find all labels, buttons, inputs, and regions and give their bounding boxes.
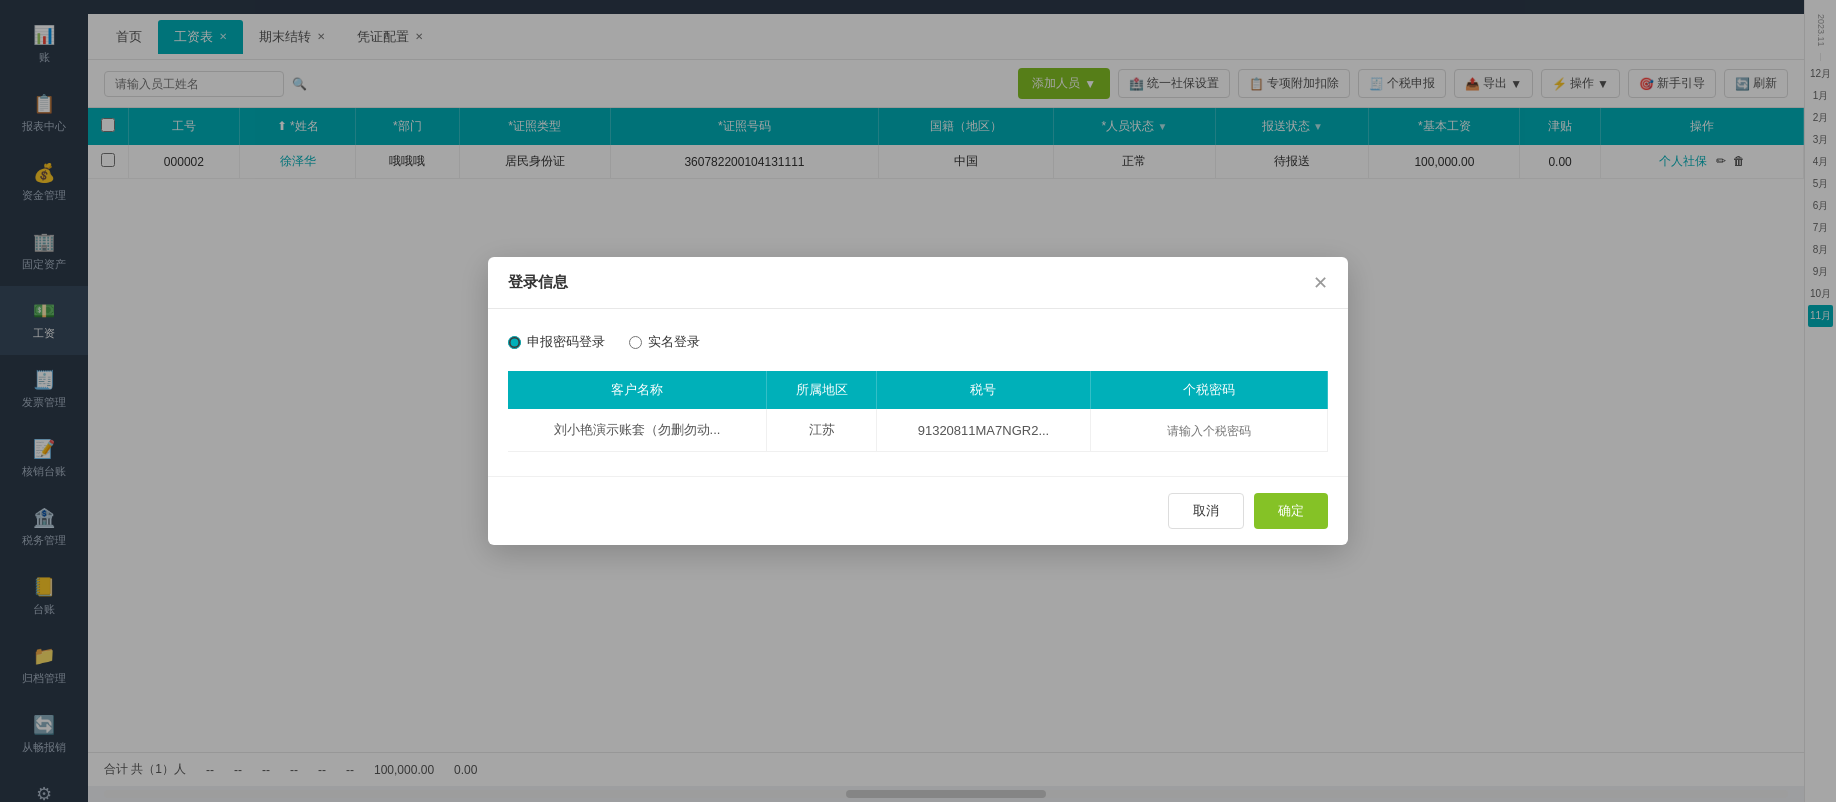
radio-password-login[interactable]: 申报密码登录	[508, 333, 605, 351]
modal-col-region: 所属地区	[767, 371, 877, 409]
modal-overlay: 登录信息 ✕ 申报密码登录 实名登录 客户名称 所属地区	[0, 0, 1836, 802]
confirm-button[interactable]: 确定	[1254, 493, 1328, 529]
modal-close-button[interactable]: ✕	[1313, 274, 1328, 292]
modal-accounts-table: 客户名称 所属地区 税号 个税密码 刘小艳演示账套（勿删勿动... 江苏 913…	[508, 371, 1328, 452]
cancel-button[interactable]: 取消	[1168, 493, 1244, 529]
login-type-radio-group: 申报密码登录 实名登录	[508, 333, 1328, 351]
modal-col-password: 个税密码	[1090, 371, 1327, 409]
login-modal: 登录信息 ✕ 申报密码登录 实名登录 客户名称 所属地区	[488, 257, 1348, 545]
modal-cell-region: 江苏	[767, 409, 877, 452]
password-input[interactable]	[1107, 424, 1311, 438]
modal-cell-password	[1090, 409, 1327, 452]
radio-password-input[interactable]	[508, 336, 521, 349]
modal-col-taxno: 税号	[877, 371, 1090, 409]
modal-header: 登录信息 ✕	[488, 257, 1348, 309]
modal-cell-taxno: 91320811MA7NGR2...	[877, 409, 1090, 452]
modal-table-row: 刘小艳演示账套（勿删勿动... 江苏 91320811MA7NGR2...	[508, 409, 1328, 452]
modal-cell-name: 刘小艳演示账套（勿删勿动...	[508, 409, 767, 452]
radio-realname-input[interactable]	[629, 336, 642, 349]
modal-body: 申报密码登录 实名登录 客户名称 所属地区 税号 个税密码	[488, 309, 1348, 476]
modal-footer: 取消 确定	[488, 476, 1348, 545]
radio-realname-login[interactable]: 实名登录	[629, 333, 700, 351]
modal-title: 登录信息	[508, 273, 568, 292]
modal-col-name: 客户名称	[508, 371, 767, 409]
